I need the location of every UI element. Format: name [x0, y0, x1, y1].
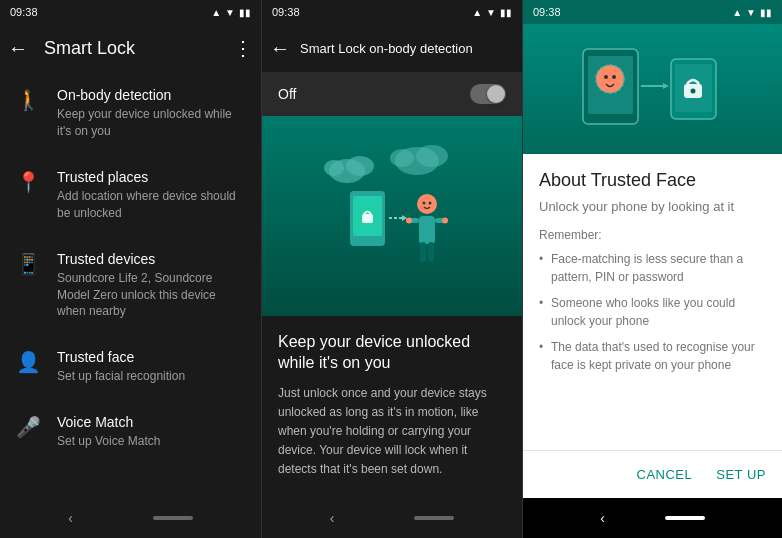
svg-point-12 — [429, 202, 432, 205]
home-indicator-3[interactable] — [665, 516, 705, 520]
app-bar-2: ← Smart Lock on-body detection — [262, 24, 522, 72]
on-body-icon: 🚶 — [16, 88, 41, 112]
on-body-illustration — [262, 116, 522, 316]
devices-icon: 📱 — [16, 252, 41, 276]
trusted-face-svg — [553, 34, 753, 144]
status-icons-1: ▲ ▼ ▮▮ — [211, 7, 251, 18]
svg-point-11 — [423, 202, 426, 205]
battery-icon-2: ▮▮ — [500, 7, 512, 18]
menu-item-voice-match[interactable]: 🎤 Voice Match Set up Voice Match — [0, 399, 261, 464]
toggle-switch[interactable] — [470, 84, 506, 104]
signal-icon-2: ▲ — [472, 7, 482, 18]
svg-point-5 — [390, 149, 414, 167]
svg-point-18 — [406, 218, 412, 224]
action-bar: CANCEL SET UP — [523, 450, 782, 498]
face-subtitle: Set up facial recognition — [57, 368, 245, 385]
svg-rect-14 — [420, 242, 426, 262]
cancel-button[interactable]: CANCEL — [637, 467, 693, 482]
app-title-2: Smart Lock on-body detection — [300, 41, 514, 56]
svg-point-24 — [612, 75, 616, 79]
status-bar-3: 09:38 ▲ ▼ ▮▮ — [523, 0, 782, 24]
app-title-1: Smart Lock — [44, 38, 217, 59]
svg-point-10 — [417, 194, 437, 214]
svg-point-23 — [604, 75, 608, 79]
menu-list: 🚶 On-body detection Keep your device unl… — [0, 72, 261, 498]
bullet-item-3: The data that's used to recognise your f… — [539, 338, 766, 374]
trusted-face-illustration — [523, 24, 782, 154]
back-icon-1[interactable]: ← — [8, 37, 28, 60]
svg-point-1 — [346, 156, 374, 176]
back-nav-3[interactable]: ‹ — [600, 510, 605, 526]
status-time-1: 09:38 — [10, 6, 38, 18]
menu-item-trusted-face[interactable]: 👤 Trusted face Set up facial recognition — [0, 334, 261, 399]
svg-point-30 — [690, 89, 695, 94]
status-icons-2: ▲ ▼ ▮▮ — [472, 7, 512, 18]
face-icon: 👤 — [16, 350, 41, 374]
menu-item-on-body[interactable]: 🚶 On-body detection Keep your device unl… — [0, 72, 261, 154]
bottom-bar-3: ‹ — [523, 498, 782, 538]
bullet-list: Face-matching is less secure than a patt… — [539, 250, 766, 374]
on-body-content-title: Keep your device unlocked while it's on … — [278, 332, 506, 374]
voice-icon: 🎤 — [16, 415, 41, 439]
wifi-icon-3: ▼ — [746, 7, 756, 18]
bottom-bar-2: ‹ — [262, 498, 522, 538]
status-bar-1: 09:38 ▲ ▼ ▮▮ — [0, 0, 261, 24]
on-body-svg — [322, 136, 462, 296]
toggle-label: Off — [278, 86, 458, 102]
face-title: Trusted face — [57, 348, 245, 366]
menu-item-trusted-devices[interactable]: 📱 Trusted devices Soundcore Life 2, Soun… — [0, 236, 261, 335]
app-bar-1: ← Smart Lock ⋮ — [0, 24, 261, 72]
panel-smart-lock: 09:38 ▲ ▼ ▮▮ ← Smart Lock ⋮ 🚶 On-body de… — [0, 0, 261, 538]
svg-rect-15 — [428, 242, 434, 262]
toggle-row: Off — [262, 72, 522, 116]
trusted-face-content: About Trusted Face Unlock your phone by … — [523, 154, 782, 450]
voice-subtitle: Set up Voice Match — [57, 433, 245, 450]
svg-rect-13 — [419, 216, 435, 244]
bullet-item-1: Face-matching is less secure than a patt… — [539, 250, 766, 286]
places-subtitle: Add location where device should be unlo… — [57, 188, 245, 222]
status-time-2: 09:38 — [272, 6, 300, 18]
home-indicator-1[interactable] — [153, 516, 193, 520]
signal-icon-3: ▲ — [732, 7, 742, 18]
toggle-knob — [487, 85, 505, 103]
svg-rect-8 — [362, 214, 373, 223]
on-body-content: Keep your device unlocked while it's on … — [262, 316, 522, 498]
trusted-face-title: About Trusted Face — [539, 170, 766, 191]
trusted-face-subtitle: Unlock your phone by looking at it — [539, 199, 766, 214]
wifi-icon-2: ▼ — [486, 7, 496, 18]
devices-subtitle: Soundcore Life 2, Soundcore Model Zero u… — [57, 270, 245, 320]
signal-icon: ▲ — [211, 7, 221, 18]
on-body-subtitle: Keep your device unlocked while it's on … — [57, 106, 245, 140]
status-time-3: 09:38 — [533, 6, 561, 18]
svg-point-2 — [324, 160, 344, 176]
bottom-bar-1: ‹ — [0, 498, 261, 538]
panel-trusted-face: 09:38 ▲ ▼ ▮▮ — [522, 0, 782, 538]
voice-title: Voice Match — [57, 413, 245, 431]
status-bar-2: 09:38 ▲ ▼ ▮▮ — [262, 0, 522, 24]
back-nav-2[interactable]: ‹ — [330, 510, 335, 526]
more-icon-1[interactable]: ⋮ — [233, 36, 253, 60]
svg-point-19 — [442, 218, 448, 224]
places-title: Trusted places — [57, 168, 245, 186]
menu-item-trusted-places[interactable]: 📍 Trusted places Add location where devi… — [0, 154, 261, 236]
wifi-icon: ▼ — [225, 7, 235, 18]
svg-point-4 — [416, 145, 448, 167]
bullet-item-2: Someone who looks like you could unlock … — [539, 294, 766, 330]
home-indicator-2[interactable] — [414, 516, 454, 520]
devices-title: Trusted devices — [57, 250, 245, 268]
back-icon-2[interactable]: ← — [270, 37, 290, 60]
setup-button[interactable]: SET UP — [716, 467, 766, 482]
panel-on-body: 09:38 ▲ ▼ ▮▮ ← Smart Lock on-body detect… — [261, 0, 522, 538]
svg-marker-26 — [663, 83, 669, 89]
back-nav-1[interactable]: ‹ — [68, 510, 73, 526]
battery-icon: ▮▮ — [239, 7, 251, 18]
status-icons-3: ▲ ▼ ▮▮ — [732, 7, 772, 18]
on-body-content-body: Just unlock once and your device stays u… — [278, 384, 506, 480]
battery-icon-3: ▮▮ — [760, 7, 772, 18]
on-body-title: On-body detection — [57, 86, 245, 104]
places-icon: 📍 — [16, 170, 41, 194]
remember-label: Remember: — [539, 228, 766, 242]
